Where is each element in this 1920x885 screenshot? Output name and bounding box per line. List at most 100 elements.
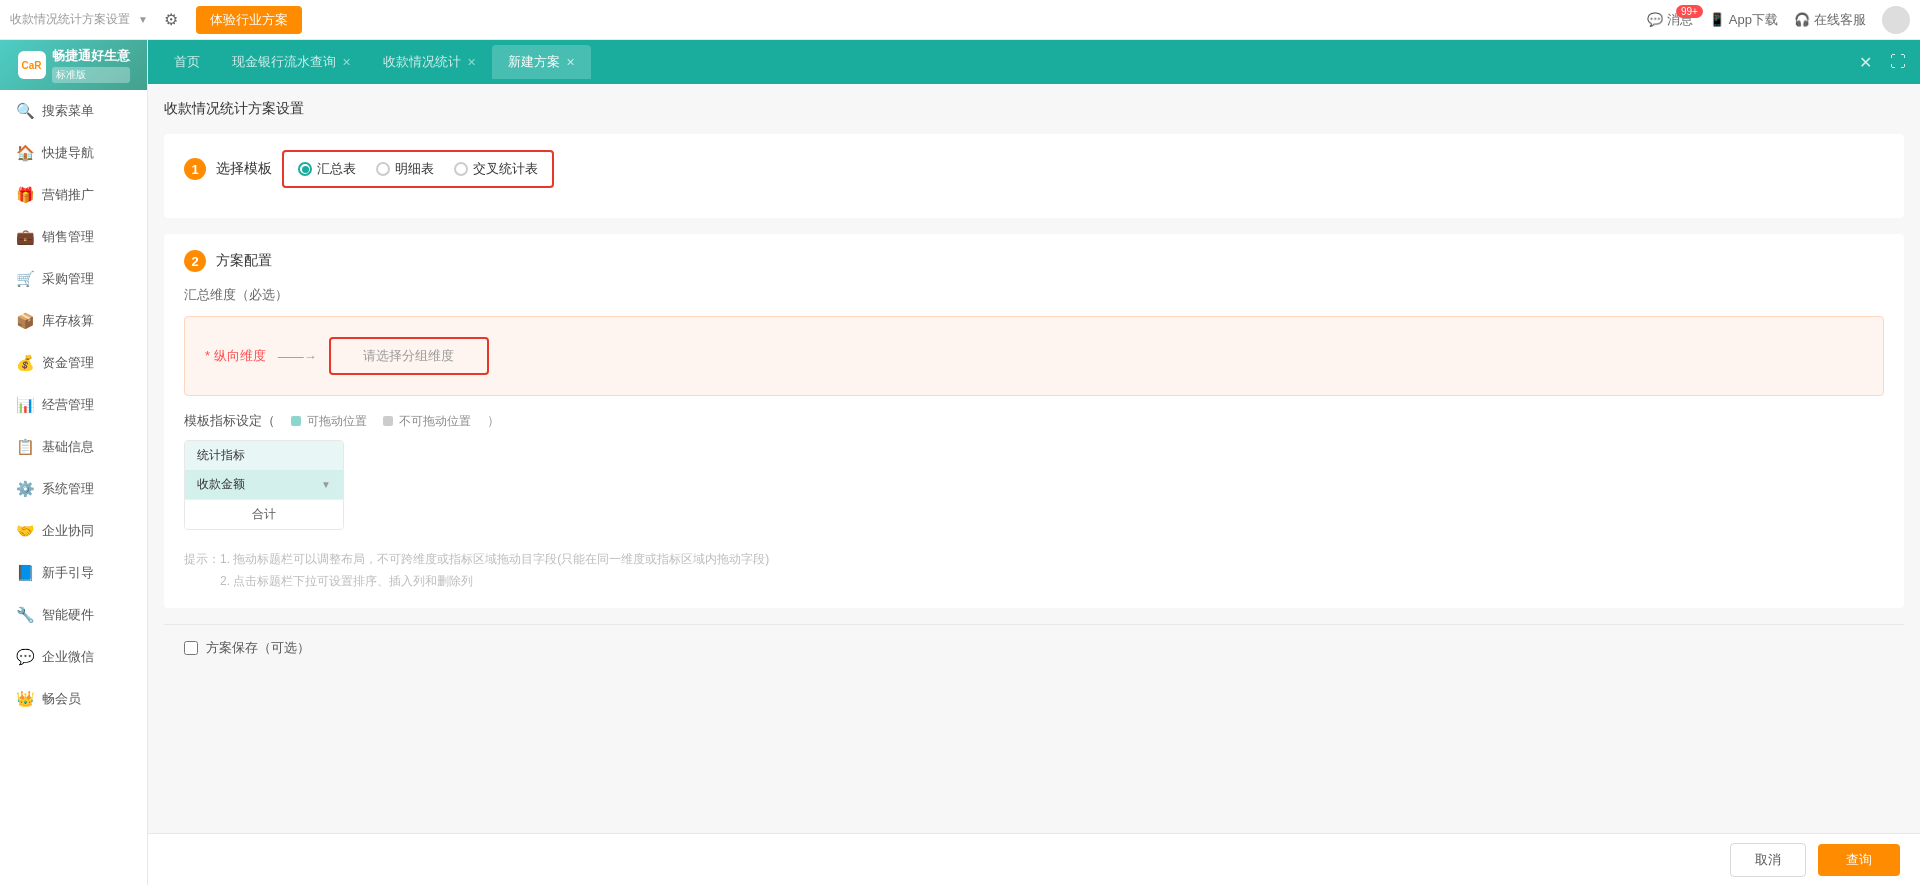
trial-button[interactable]: 体验行业方案 [196,6,302,34]
sidebar-item-4[interactable]: 🛒 采购管理 [0,258,147,300]
sidebar-icon-4: 🛒 [16,270,34,288]
save-section: 方案保存（可选） [164,624,1904,671]
arrow-indicator: ——→ [278,349,317,364]
sidebar-label-0: 搜索菜单 [42,102,94,120]
metrics-legend: 可拖动位置 不可拖动位置 [291,413,471,430]
radio-detail-label: 明细表 [395,160,434,178]
sidebar-item-1[interactable]: 🏠快捷导航 [0,132,147,174]
draggable-dot [291,416,301,426]
tab-cashflow-label: 现金银行流水查询 [232,53,336,71]
sidebar-item-8[interactable]: 📋 基础信息 [0,426,147,468]
sidebar-item-3[interactable]: 💼销售管理 [0,216,147,258]
sidebar-icon-5: 📦 [16,312,34,330]
online-service-item[interactable]: 🎧 在线客服 [1794,11,1866,29]
sidebar-label-10: 企业协同 [42,522,94,540]
sidebar-icon-13: 💬 [16,648,34,666]
sidebar-icon-7: 📊 [16,396,34,414]
sidebar-item-12[interactable]: 🔧 智能硬件 [0,594,147,636]
tab-new-plan[interactable]: 新建方案 ✕ [492,45,591,79]
sidebar-icon-1: 🏠 [16,144,34,162]
metrics-header: 模板指标设定（ 可拖动位置 不可拖动位置 ） [184,412,1884,430]
sidebar-label-8: 基础信息 [42,438,94,456]
tab-home[interactable]: 首页 [158,45,216,79]
logo-text: 畅捷通好生意 [52,47,130,65]
logo-tag: 标准版 [52,67,130,83]
sidebar-label-13: 企业微信 [42,648,94,666]
metrics-title: 模板指标设定（ [184,412,275,430]
tab-new-plan-close[interactable]: ✕ [566,56,575,69]
sidebar-label-7: 经营管理 [42,396,94,414]
sidebar-item-6[interactable]: 💰资金管理 [0,342,147,384]
tab-collection-close[interactable]: ✕ [467,56,476,69]
sidebar-item-9[interactable]: ⚙️ 系统管理 [0,468,147,510]
notification-item[interactable]: 💬 消息 99+ [1647,11,1693,29]
maximize-icon[interactable]: ⛶ [1886,49,1910,76]
vertical-dimension-label: 纵向维度 [205,347,266,365]
sidebar-item-7[interactable]: 📊 经营管理 [0,384,147,426]
column-dropdown-icon[interactable]: ▼ [321,479,331,490]
sidebar-item-13[interactable]: 💬 企业微信 [0,636,147,678]
sidebar-label-12: 智能硬件 [42,606,94,624]
sidebar-icon-3: 💼 [16,228,34,246]
sidebar-icon-10: 🤝 [16,522,34,540]
sidebar-item-14[interactable]: 👑畅会员 [0,678,147,720]
notification-badge: 99+ [1676,5,1703,18]
main-layout: CaR 畅捷通好生意 标准版 🔍 搜索菜单 🏠快捷导航 🎁 营销推广 💼销售管理 🛒 采购管理… [0,40,1920,885]
tab-collection[interactable]: 收款情况统计 ✕ [367,45,492,79]
online-service-label: 在线客服 [1814,11,1866,29]
content-area: 首页 现金银行流水查询 ✕ 收款情况统计 ✕ 新建方案 ✕ ✕ ⛶ 收款情况统计… [148,40,1920,885]
sidebar-label-11: 新手引导 [42,564,94,582]
dimension-selector[interactable]: 请选择分组维度 [329,337,489,375]
metrics-title-close: ） [487,412,500,430]
total-label: 合计 [252,507,276,521]
sidebar-item-10[interactable]: 🤝 企业协同 [0,510,147,552]
close-window-icon[interactable]: ✕ [1855,49,1876,76]
sidebar-icon-8: 📋 [16,438,34,456]
query-button[interactable]: 查询 [1818,844,1900,876]
tab-cashflow-close[interactable]: ✕ [342,56,351,69]
download-icon: 📱 [1709,12,1725,27]
footer-bar: 取消 查询 [148,833,1920,885]
step1-header: 1 选择模板 汇总表 明细表 交叉统计表 [184,150,1884,188]
sidebar-icon-2: 🎁 [16,186,34,204]
sidebar-item-2[interactable]: 🎁 营销推广 [0,174,147,216]
sidebar-label-9: 系统管理 [42,480,94,498]
sidebar-icon-12: 🔧 [16,606,34,624]
metrics-total-row: 合计 [185,499,343,529]
sidebar-item-5[interactable]: 📦 库存核算 [0,300,147,342]
sidebar-item-11[interactable]: 📘 新手引导 [0,552,147,594]
breadcrumb-dropdown-icon[interactable]: ▼ [138,14,148,25]
radio-summary[interactable]: 汇总表 [298,160,356,178]
cancel-button[interactable]: 取消 [1730,843,1806,877]
tab-cashflow[interactable]: 现金银行流水查询 ✕ [216,45,367,79]
tab-collection-label: 收款情况统计 [383,53,461,71]
sidebar-label-4: 采购管理 [42,270,94,288]
fixed-label: 不可拖动位置 [399,413,471,430]
sidebar-item-0[interactable]: 🔍 搜索菜单 [0,90,147,132]
top-bar: 收款情况统计方案设置 ▼ ⚙ 体验行业方案 💬 消息 99+ 📱 App下载 🎧… [0,0,1920,40]
save-checkbox[interactable] [184,641,198,655]
radio-detail[interactable]: 明细表 [376,160,434,178]
sidebar-icon-0: 🔍 [16,102,34,120]
radio-cross-label: 交叉统计表 [473,160,538,178]
sidebar-label-2: 营销推广 [42,186,94,204]
tip2: 2. 点击标题栏下拉可设置排序、插入列和删除列 [184,571,1884,593]
sidebar-icon-9: ⚙️ [16,480,34,498]
step2-section: 2 方案配置 汇总维度（必选） 纵向维度 ——→ 请选择分组维度 模板指标设定（ [164,234,1904,608]
radio-cross[interactable]: 交叉统计表 [454,160,538,178]
app-download-item[interactable]: 📱 App下载 [1709,11,1778,29]
page-title: 收款情况统计方案设置 [164,100,1904,118]
metrics-column-header[interactable]: 收款金额 ▼ [185,470,343,499]
step1-title: 选择模板 [216,160,272,178]
sidebar-logo: CaR 畅捷通好生意 标准版 [0,40,147,90]
service-icon: 🎧 [1794,12,1810,27]
tips-area: 提示：1. 拖动标题栏可以调整布局，不可跨维度或指标区域拖动目字段(只能在同一维… [184,549,1884,592]
sidebar: CaR 畅捷通好生意 标准版 🔍 搜索菜单 🏠快捷导航 🎁 营销推广 💼销售管理 🛒 采购管理… [0,40,148,885]
sidebar-nav: 🔍 搜索菜单 🏠快捷导航 🎁 营销推广 💼销售管理 🛒 采购管理 📦 库存核算 💰资金管理 📊 经营管理… [0,90,147,885]
sidebar-icon-11: 📘 [16,564,34,582]
settings-icon[interactable]: ⚙ [164,10,178,29]
user-avatar[interactable] [1882,6,1910,34]
step2-title: 方案配置 [216,252,272,270]
sidebar-label-5: 库存核算 [42,312,94,330]
top-bar-right: 💬 消息 99+ 📱 App下载 🎧 在线客服 [1647,6,1910,34]
